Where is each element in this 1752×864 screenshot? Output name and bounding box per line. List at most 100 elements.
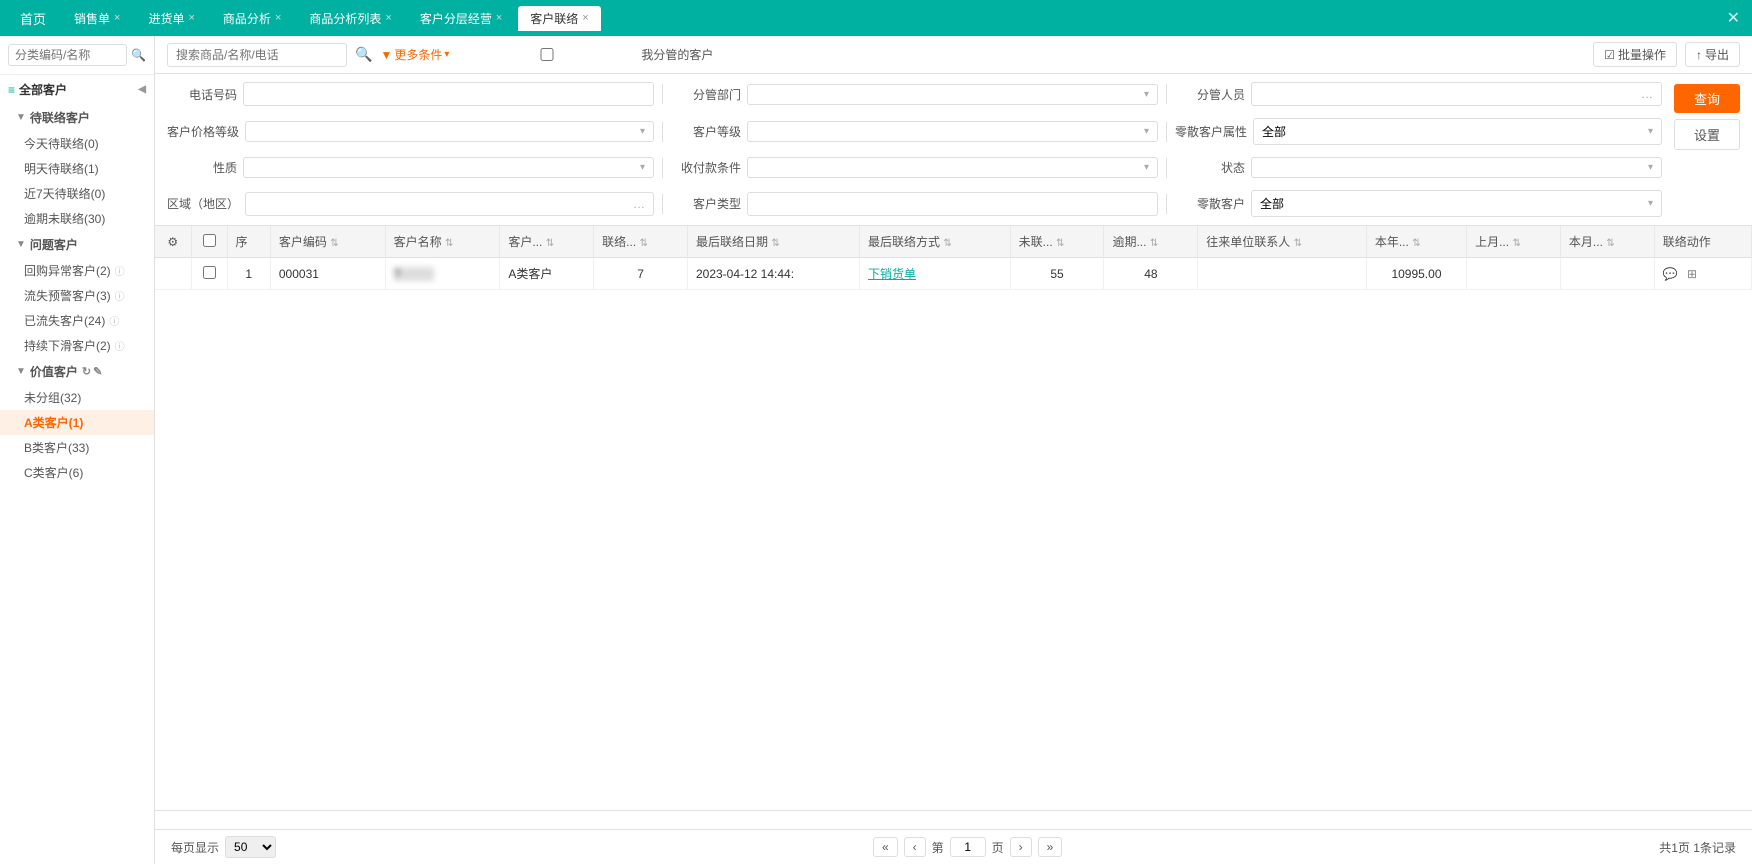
- sidebar-collapse-icon[interactable]: ◀: [138, 84, 146, 95]
- filter-select-scattered[interactable]: 全部 ▾: [1251, 190, 1662, 217]
- sidebar-item-today[interactable]: 今天待联络(0): [0, 131, 154, 156]
- app-close-icon[interactable]: ✕: [1727, 8, 1740, 28]
- filter-select-status[interactable]: ▾: [1251, 157, 1662, 178]
- filter-select-price-level[interactable]: ▾: [245, 121, 654, 142]
- nav-tab-close-1[interactable]: ×: [188, 12, 194, 24]
- nav-tab-2[interactable]: 商品分析 ×: [211, 6, 293, 31]
- query-button[interactable]: 查询: [1674, 84, 1740, 113]
- sidebar-item-unclassified[interactable]: 未分组(32): [0, 385, 154, 410]
- filter-select-payment[interactable]: ▾: [747, 157, 1158, 178]
- row-last-method[interactable]: 下销货单: [860, 258, 1011, 290]
- my-customers-checkbox-label[interactable]: 我分管的客户: [457, 46, 713, 63]
- sidebar-item-class-a[interactable]: A类客户(1): [0, 410, 154, 435]
- nav-tab-close-0[interactable]: ×: [114, 12, 120, 24]
- col-header-last-method[interactable]: 最后联络方式 ⇅: [860, 226, 1011, 258]
- sidebar-search-icon[interactable]: 🔍: [131, 48, 146, 62]
- sort-icon-uncontacted[interactable]: ⇅: [1056, 238, 1064, 249]
- nav-tab-close-3[interactable]: ×: [385, 12, 391, 24]
- all-customers-header[interactable]: ≡ 全部客户 ◀: [0, 75, 154, 104]
- col-header-contact-count[interactable]: 联络... ⇅: [594, 226, 688, 258]
- group-problem-customers[interactable]: ▼ 问题客户: [0, 231, 154, 258]
- sidebar-item-class-b[interactable]: B类客户(33): [0, 435, 154, 460]
- row-last-method-link[interactable]: 下销货单: [868, 267, 916, 281]
- sidebar-item-overdue[interactable]: 逾期未联络(30): [0, 206, 154, 231]
- action-grid-icon[interactable]: ⊞: [1687, 267, 1697, 281]
- sidebar-item-churn-warning[interactable]: 流失预警客户(3) ⓘ: [0, 283, 154, 308]
- sort-icon-level[interactable]: ⇅: [546, 238, 554, 249]
- horizontal-scrollbar[interactable]: [155, 814, 1752, 826]
- filter-input-phone[interactable]: [243, 82, 654, 106]
- row-checkbox[interactable]: [203, 266, 216, 279]
- sort-icon-current-month[interactable]: ⇅: [1606, 238, 1614, 249]
- my-customers-checkbox[interactable]: [457, 48, 637, 61]
- batch-op-button[interactable]: ☑ 批量操作: [1593, 42, 1677, 67]
- sidebar-item-tomorrow[interactable]: 明天待联络(1): [0, 156, 154, 181]
- col-header-name[interactable]: 客户名称 ⇅: [385, 226, 500, 258]
- nav-tab-4[interactable]: 客户分层经营 ×: [408, 6, 514, 31]
- nav-tab-close-4[interactable]: ×: [496, 12, 502, 24]
- filter-input-customer-type[interactable]: [747, 192, 1158, 216]
- filter-select-nature[interactable]: ▾: [243, 157, 654, 178]
- info-icon-churned[interactable]: ⓘ: [109, 313, 119, 328]
- col-header-current-month[interactable]: 本月... ⇅: [1560, 226, 1654, 258]
- col-header-level[interactable]: 客户... ⇅: [500, 226, 594, 258]
- sort-icon-code[interactable]: ⇅: [330, 238, 338, 249]
- next-page-button[interactable]: ›: [1010, 837, 1032, 857]
- col-header-uncontacted[interactable]: 未联... ⇅: [1010, 226, 1104, 258]
- prev-page-button[interactable]: ‹: [904, 837, 926, 857]
- sort-icon-last-month[interactable]: ⇅: [1512, 238, 1520, 249]
- nav-tab-close-2[interactable]: ×: [275, 12, 281, 24]
- sidebar-item-abnormal[interactable]: 回购异常客户(2) ⓘ: [0, 258, 154, 283]
- nav-home[interactable]: 首页: [8, 5, 58, 32]
- nav-tab-1[interactable]: 进货单 ×: [136, 6, 206, 31]
- more-filters-btn[interactable]: ▼ 更多条件 ▾: [380, 46, 449, 63]
- sort-icon-current-year[interactable]: ⇅: [1412, 238, 1420, 249]
- page-size-select[interactable]: 20 50 100 200: [225, 836, 276, 858]
- filter-select-customer-level[interactable]: ▾: [747, 121, 1158, 142]
- sidebar-item-class-c[interactable]: C类客户(6): [0, 460, 154, 485]
- filter-select-person[interactable]: …: [1251, 82, 1662, 106]
- info-icon-abnormal[interactable]: ⓘ: [115, 263, 125, 278]
- col-header-gear[interactable]: ⚙: [155, 226, 191, 258]
- sort-icon-overdue[interactable]: ⇅: [1150, 238, 1158, 249]
- nav-tab-3[interactable]: 商品分析列表 ×: [297, 6, 403, 31]
- col-header-last-month[interactable]: 上月... ⇅: [1467, 226, 1561, 258]
- sort-icon-company-contact[interactable]: ⇅: [1294, 238, 1302, 249]
- filter-select-dept[interactable]: ▾: [747, 84, 1158, 105]
- sort-icon-name[interactable]: ⇅: [445, 238, 453, 249]
- current-page-input[interactable]: [950, 837, 986, 857]
- info-icon-declining[interactable]: ⓘ: [115, 338, 125, 353]
- export-button[interactable]: ↑ 导出: [1685, 42, 1740, 67]
- settings-button[interactable]: 设置: [1674, 119, 1740, 150]
- sidebar-item-churned[interactable]: 已流失客户(24) ⓘ: [0, 308, 154, 333]
- sort-icon-contact-count[interactable]: ⇅: [640, 238, 648, 249]
- sidebar-item-declining[interactable]: 持续下滑客户(2) ⓘ: [0, 333, 154, 358]
- group-value-customers[interactable]: ▼ 价值客户 ↻ ✎: [0, 358, 154, 385]
- main-search-icon[interactable]: 🔍: [355, 46, 372, 63]
- refresh-icon[interactable]: ↻: [82, 365, 91, 378]
- row-check[interactable]: [191, 258, 227, 290]
- sort-icon-last-date[interactable]: ⇅: [771, 238, 779, 249]
- action-chat-icon[interactable]: 💬: [1663, 267, 1678, 281]
- info-icon-churn-warning[interactable]: ⓘ: [115, 288, 125, 303]
- select-all-checkbox[interactable]: [203, 234, 216, 247]
- nav-tab-5[interactable]: 客户联络 ×: [518, 6, 600, 31]
- main-search-input[interactable]: [167, 43, 347, 67]
- edit-icon[interactable]: ✎: [93, 365, 102, 378]
- col-header-company-contact[interactable]: 往来单位联系人 ⇅: [1198, 226, 1367, 258]
- last-page-button[interactable]: »: [1038, 837, 1063, 857]
- group-pending-contact[interactable]: ▼ 待联络客户: [0, 104, 154, 131]
- filter-select-region[interactable]: …: [245, 192, 654, 216]
- col-header-overdue[interactable]: 逾期... ⇅: [1104, 226, 1198, 258]
- sidebar-search-input[interactable]: [8, 44, 127, 66]
- nav-tab-0[interactable]: 销售单 ×: [62, 6, 132, 31]
- first-page-button[interactable]: «: [873, 837, 898, 857]
- filter-select-scattered-attr[interactable]: 全部 ▾: [1253, 118, 1662, 145]
- col-header-last-date[interactable]: 最后联络日期 ⇅: [687, 226, 859, 258]
- col-header-check[interactable]: [191, 226, 227, 258]
- col-header-code[interactable]: 客户编码 ⇅: [270, 226, 385, 258]
- nav-tab-close-5[interactable]: ×: [582, 12, 588, 24]
- sidebar-item-7days[interactable]: 近7天待联络(0): [0, 181, 154, 206]
- col-header-current-year[interactable]: 本年... ⇅: [1366, 226, 1466, 258]
- sort-icon-last-method[interactable]: ⇅: [943, 238, 951, 249]
